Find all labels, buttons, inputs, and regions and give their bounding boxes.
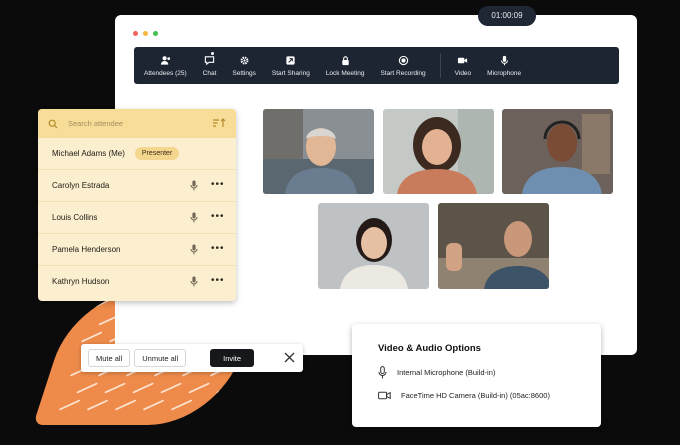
decorative-streak [115,399,137,411]
more-options-icon[interactable]: ••• [211,179,225,190]
video-tile-participant-1[interactable] [263,109,374,194]
search-icon [48,119,58,128]
microphone-icon[interactable] [190,180,198,191]
lock-icon [341,55,349,65]
chat-icon [204,55,215,65]
toolbar-video-label: Video [454,69,472,77]
microphone-icon [378,366,387,379]
attendee-search-bar [38,109,236,138]
toolbar-divider [439,53,441,78]
window-minimize-dot[interactable] [143,31,148,36]
toolbar-microphone-label: Microphone [487,69,522,77]
attendee-name: Louis Collins [52,213,98,222]
microphone-option-label: Internal Microphone (Build-in) [397,368,496,377]
microphone-icon[interactable] [190,212,198,223]
participant-video-image [502,109,613,194]
close-icon[interactable] [284,352,295,363]
attendees-icon [160,55,170,65]
toolbar-lock-meeting-button[interactable]: Lock Meeting [318,47,373,84]
video-tile-participant-4[interactable] [318,203,429,289]
gear-icon [240,56,249,64]
decorative-streak [132,382,154,394]
toolbar-start-sharing-label: Start Sharing [271,69,310,77]
more-options-icon[interactable]: ••• [211,211,225,222]
toolbar-start-sharing-button[interactable]: Start Sharing [264,47,318,84]
decorative-streak [81,331,103,343]
video-audio-options-panel: Video & Audio Options Internal Microphon… [352,324,601,427]
microphone-icon [500,55,508,65]
attendee-search-input[interactable] [66,118,200,129]
microphone-icon[interactable] [190,244,198,255]
attendee-row[interactable]: Kathryn Hudson ••• [38,266,236,297]
unmute-all-button[interactable]: Unmute all [134,349,187,367]
toolbar-settings-button[interactable]: Settings [224,47,264,84]
mute-all-button[interactable]: Mute all [88,349,131,367]
toolbar-microphone-button[interactable]: Microphone [479,47,531,84]
toolbar-start-recording-button[interactable]: Start Recording [372,47,433,84]
toolbar-attendees-button[interactable]: Attendees (25) [134,47,195,84]
video-camera-icon [378,391,391,400]
toolbar-chat-label: Chat [202,69,217,77]
video-camera-icon [458,57,468,63]
microphone-icon[interactable] [190,276,198,287]
window-maximize-dot[interactable] [153,31,158,36]
sort-icon[interactable] [212,117,226,129]
camera-option[interactable]: FaceTime HD Camera (Build-in) (05ac:8600… [378,391,550,400]
participant-video-image [263,109,374,194]
decorative-streak [171,399,193,411]
meeting-toolbar: Attendees (25) Chat Settings Start Shari… [134,47,619,84]
decorative-streak [216,382,238,394]
share-screen-icon [286,55,295,65]
window-close-dot[interactable] [133,31,138,36]
av-options-title: Video & Audio Options [378,343,481,354]
toolbar-lock-meeting-label: Lock Meeting [325,69,365,77]
decorative-streak [87,399,109,411]
attendee-row[interactable]: Michael Adams (Me) Presenter [38,138,236,170]
attendees-panel: Michael Adams (Me) Presenter Carolyn Est… [38,109,236,301]
window-controls [133,31,158,36]
decorative-streak [59,399,81,411]
video-tile-participant-5[interactable] [438,203,549,289]
attendee-row[interactable]: Louis Collins ••• [38,202,236,234]
record-icon [398,55,408,65]
more-options-icon[interactable]: ••• [211,243,225,254]
decorative-streak [104,382,126,394]
attendee-row[interactable]: Carolyn Estrada ••• [38,170,236,202]
presenter-badge: Presenter [134,147,180,160]
participant-video-image [438,203,549,289]
invite-button[interactable]: Invite [210,349,255,367]
attendee-name: Michael Adams (Me) [52,149,125,158]
decorative-streak [188,382,210,394]
decorative-streak [199,399,221,411]
decorative-streak [143,399,165,411]
attendee-name: Kathryn Hudson [52,277,110,286]
participant-video-image [383,109,494,194]
attendee-controls-bar: Mute all Unmute all Invite [81,344,303,372]
participant-video-image [318,203,429,289]
toolbar-chat-button[interactable]: Chat [195,47,225,84]
toolbar-video-button[interactable]: Video [447,47,480,84]
attendee-name: Pamela Henderson [52,245,121,254]
video-tile-participant-2[interactable] [383,109,494,194]
decorative-streak [76,382,98,394]
toolbar-start-recording-label: Start Recording [380,69,426,77]
attendee-row[interactable]: Pamela Henderson ••• [38,234,236,266]
camera-option-label: FaceTime HD Camera (Build-in) (05ac:8600… [401,391,550,400]
toolbar-attendees-label: Attendees (25) [144,69,187,77]
microphone-option[interactable]: Internal Microphone (Build-in) [378,366,495,379]
more-options-icon[interactable]: ••• [211,275,225,286]
meeting-timer: 01:00:09 [478,6,536,26]
toolbar-settings-label: Settings [232,69,256,77]
video-tile-participant-3[interactable] [502,109,613,194]
attendee-name: Carolyn Estrada [52,181,110,190]
decorative-streak [160,382,182,394]
